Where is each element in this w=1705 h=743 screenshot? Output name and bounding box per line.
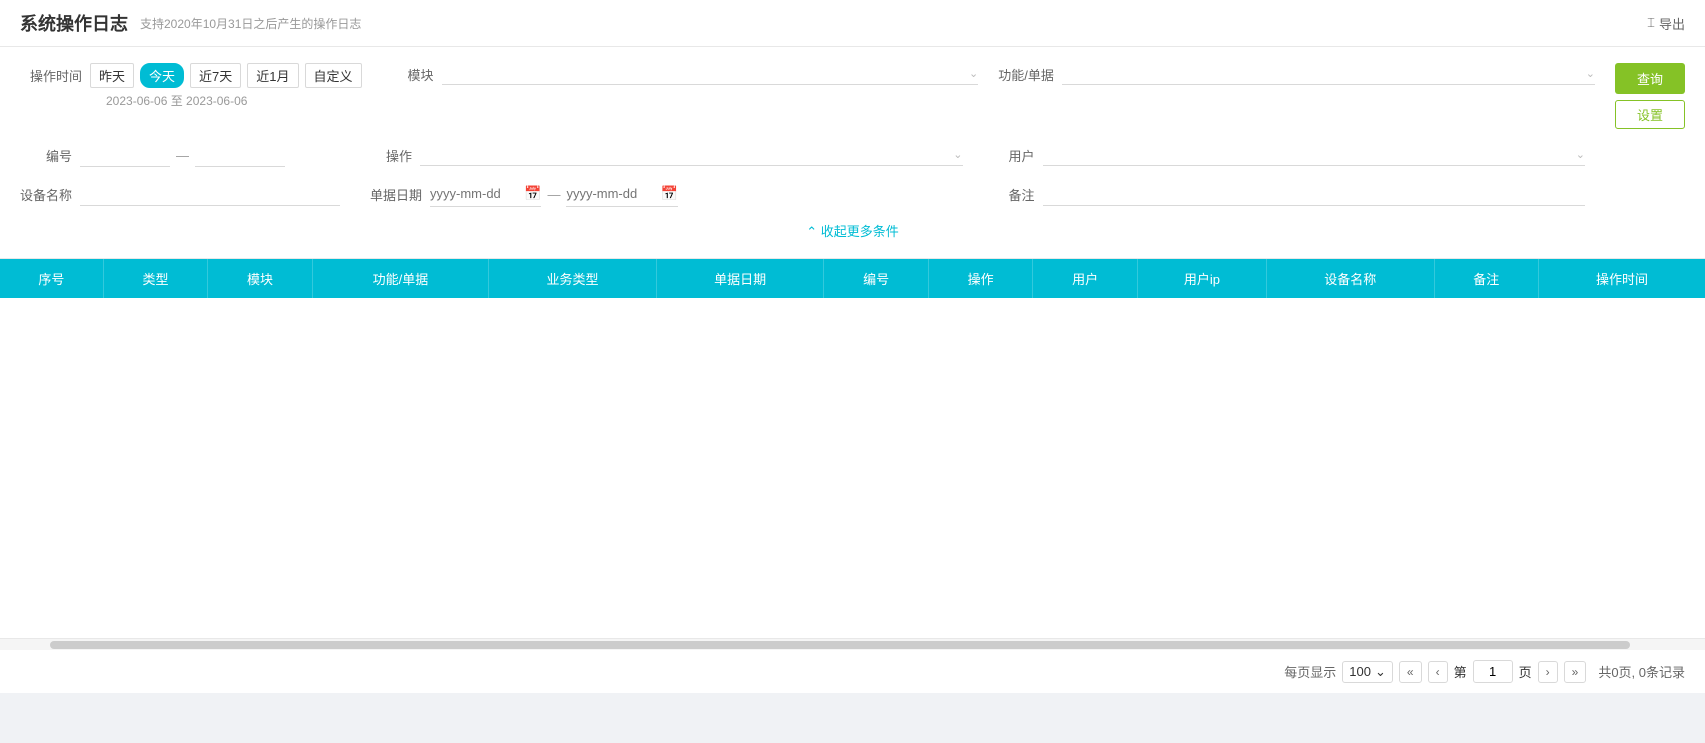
page-size-value: 100 — [1349, 664, 1371, 679]
number-dash: — — [170, 148, 195, 163]
number-from-input[interactable] — [80, 143, 170, 167]
col-voucher-date: 单据日期 — [656, 259, 824, 298]
device-input[interactable] — [80, 182, 340, 206]
remark-input[interactable] — [1043, 182, 1586, 206]
horizontal-scrollbar[interactable] — [0, 638, 1705, 650]
remark-group: 备注 — [983, 182, 1586, 206]
settings-button[interactable]: 设置 — [1615, 100, 1685, 129]
calendar-to-icon[interactable]: 📅 — [660, 185, 677, 202]
module-chevron-icon: ⌄ — [969, 67, 978, 80]
number-label: 编号 — [20, 146, 80, 165]
calendar-from-icon[interactable]: 📅 — [524, 185, 541, 202]
time-btn-7days[interactable]: 近7天 — [190, 63, 241, 88]
col-operation: 操作 — [928, 259, 1032, 298]
time-buttons: 昨天 今天 近7天 近1月 自定义 — [90, 63, 362, 88]
user-chevron-icon: ⌄ — [1576, 148, 1585, 161]
col-remark: 备注 — [1434, 259, 1538, 298]
col-user: 用户 — [1033, 259, 1137, 298]
operation-select[interactable]: ⌄ — [420, 144, 963, 166]
scrollbar-thumb[interactable] — [50, 641, 1630, 649]
page-label: 第 — [1454, 662, 1467, 681]
time-btn-1month[interactable]: 近1月 — [247, 63, 298, 88]
module-group: 模块 ⌄ — [382, 63, 979, 85]
voucher-date-group: 单据日期 📅 — 📅 — [360, 181, 963, 207]
page-subtitle: 支持2020年10月31日之后产生的操作日志 — [140, 15, 361, 32]
time-btn-custom[interactable]: 自定义 — [305, 63, 362, 88]
module-select[interactable]: ⌄ — [442, 63, 979, 85]
col-function: 功能/单据 — [312, 259, 488, 298]
col-module: 模块 — [208, 259, 312, 298]
operation-chevron-icon: ⌄ — [953, 148, 962, 161]
page-size-chevron-icon: ⌄ — [1375, 664, 1386, 680]
pagination-bar: 每页显示 100 ⌄ « ‹ 第 页 › » 共0页, 0条记录 — [0, 650, 1705, 693]
operation-time-label: 操作时间 — [20, 66, 90, 85]
table-header: 序号 类型 模块 功能/单据 业务类型 单据日期 编号 操作 用户 用户ip 设… — [0, 259, 1705, 298]
device-label: 设备名称 — [20, 185, 80, 204]
col-biz-type: 业务类型 — [489, 259, 657, 298]
col-op-time: 操作时间 — [1539, 259, 1705, 298]
page-number-input[interactable] — [1473, 660, 1513, 683]
module-label: 模块 — [382, 65, 442, 84]
col-device: 设备名称 — [1266, 259, 1434, 298]
number-group: 编号 — — [20, 143, 340, 167]
page-unit: 页 — [1519, 662, 1532, 681]
export-button[interactable]: ⌶ 导出 — [1647, 14, 1685, 33]
function-group: 功能/单据 ⌄ — [998, 63, 1595, 85]
prev-page-button[interactable]: ‹ — [1428, 661, 1448, 683]
operation-time-group: 操作时间 昨天 今天 近7天 近1月 自定义 2023-06-06 至 2023… — [20, 63, 362, 109]
filter-area: 操作时间 昨天 今天 近7天 近1月 自定义 2023-06-06 至 2023… — [0, 47, 1705, 259]
page-header: 系统操作日志 支持2020年10月31日之后产生的操作日志 ⌶ 导出 — [0, 0, 1705, 47]
data-table: 序号 类型 模块 功能/单据 业务类型 单据日期 编号 操作 用户 用户ip 设… — [0, 259, 1705, 298]
voucher-date-label: 单据日期 — [360, 185, 430, 204]
date-from-input[interactable] — [430, 186, 520, 201]
operation-label: 操作 — [360, 146, 420, 165]
col-seq: 序号 — [0, 259, 103, 298]
col-user-ip: 用户ip — [1137, 259, 1266, 298]
time-btn-today[interactable]: 今天 — [140, 63, 184, 88]
export-icon: ⌶ — [1647, 15, 1655, 31]
col-type: 类型 — [103, 259, 207, 298]
collapse-icon: ⌃ — [806, 224, 817, 239]
page-size-label: 每页显示 — [1284, 662, 1336, 681]
date-from-wrap: 📅 — [430, 181, 541, 207]
device-group: 设备名称 — [20, 182, 340, 206]
page-title: 系统操作日志 — [20, 10, 128, 36]
date-dash: — — [541, 187, 566, 202]
page-size-select[interactable]: 100 ⌄ — [1342, 661, 1393, 683]
time-btn-yesterday[interactable]: 昨天 — [90, 63, 134, 88]
remark-label: 备注 — [983, 185, 1043, 204]
total-info: 共0页, 0条记录 — [1598, 662, 1685, 681]
last-page-button[interactable]: » — [1564, 661, 1587, 683]
table-area: 序号 类型 模块 功能/单据 业务类型 单据日期 编号 操作 用户 用户ip 设… — [0, 259, 1705, 638]
action-buttons: 查询 设置 — [1615, 63, 1685, 129]
function-chevron-icon: ⌄ — [1586, 67, 1595, 80]
function-label: 功能/单据 — [998, 65, 1062, 84]
table-header-row: 序号 类型 模块 功能/单据 业务类型 单据日期 编号 操作 用户 用户ip 设… — [0, 259, 1705, 298]
user-select[interactable]: ⌄ — [1043, 144, 1586, 166]
collapse-label: 收起更多条件 — [821, 224, 899, 239]
query-button[interactable]: 查询 — [1615, 63, 1685, 94]
user-group: 用户 ⌄ — [983, 144, 1586, 166]
first-page-button[interactable]: « — [1399, 661, 1422, 683]
function-select[interactable]: ⌄ — [1062, 63, 1595, 85]
empty-data-area — [0, 298, 1705, 638]
number-to-input[interactable] — [195, 143, 285, 167]
time-range-display: 2023-06-06 至 2023-06-06 — [106, 94, 247, 108]
user-label: 用户 — [983, 146, 1043, 165]
date-to-input[interactable] — [566, 186, 656, 201]
operation-group: 操作 ⌄ — [360, 144, 963, 166]
next-page-button[interactable]: › — [1538, 661, 1558, 683]
col-number: 编号 — [824, 259, 928, 298]
date-to-wrap: 📅 — [566, 181, 677, 207]
collapse-bar[interactable]: ⌃ 收起更多条件 — [20, 215, 1685, 250]
